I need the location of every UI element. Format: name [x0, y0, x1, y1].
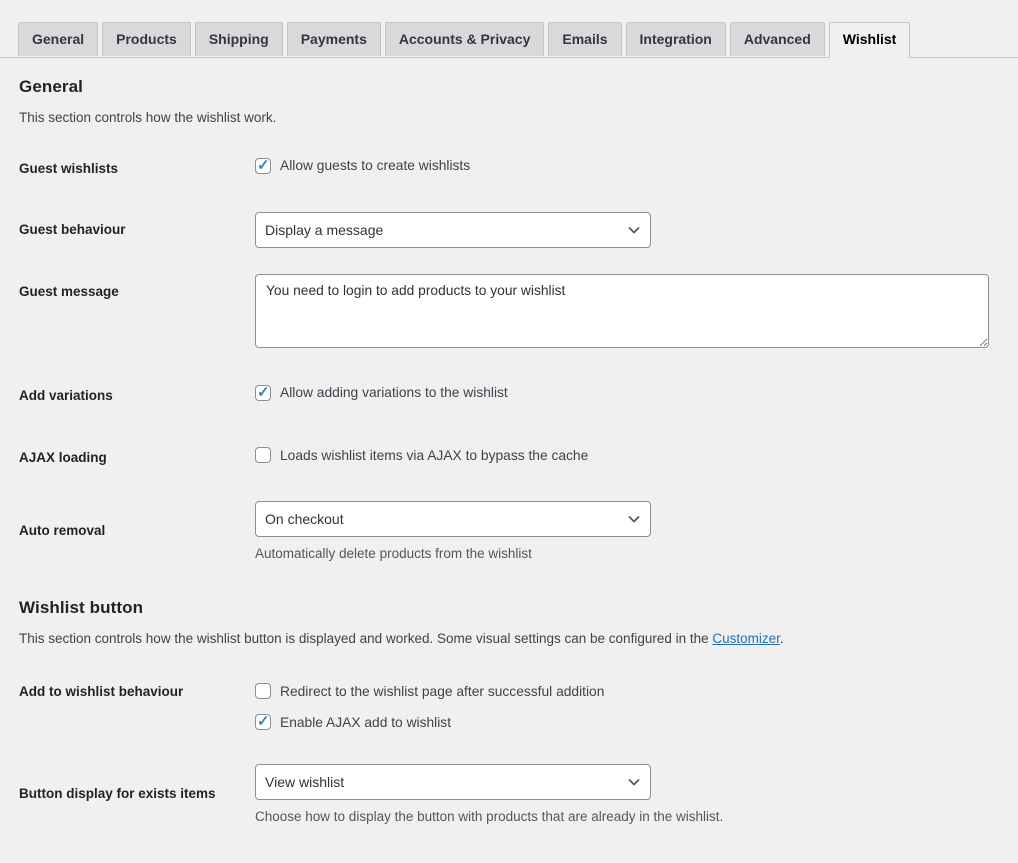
general-section-description: This section controls how the wishlist w… — [19, 110, 989, 125]
wishlist-button-form: Add to wishlist behaviour Redirect to th… — [19, 662, 989, 837]
row-button-display: Button display for exists items View wis… — [19, 751, 989, 837]
wishlist-button-section-description: This section controls how the wishlist b… — [19, 631, 989, 646]
guest-message-textarea[interactable]: You need to login to add products to you… — [255, 274, 989, 348]
description-period: . — [780, 631, 784, 646]
guest-behaviour-label: Guest behaviour — [19, 212, 255, 248]
add-to-wishlist-behaviour-label: Add to wishlist behaviour — [19, 683, 255, 730]
add-variations-checkbox[interactable] — [255, 385, 271, 401]
tab-general[interactable]: General — [18, 22, 98, 56]
tab-integration[interactable]: Integration — [626, 22, 726, 56]
description-text: This section controls how the wishlist b… — [19, 631, 712, 646]
guest-wishlists-checkbox-row[interactable]: Allow guests to create wishlists — [255, 158, 989, 174]
row-guest-message: Guest message You need to login to add p… — [19, 261, 989, 364]
auto-removal-description: Automatically delete products from the w… — [255, 546, 989, 561]
row-auto-removal: Auto removal On checkout Automatically d… — [19, 488, 989, 574]
ajax-loading-checkbox[interactable] — [255, 447, 271, 463]
settings-content: General This section controls how the wi… — [0, 77, 1018, 838]
enable-ajax-checkbox[interactable] — [255, 714, 271, 730]
row-ajax-loading: AJAX loading Loads wishlist items via AJ… — [19, 426, 989, 488]
ajax-loading-label: AJAX loading — [19, 447, 255, 467]
wishlist-button-section-title: Wishlist button — [19, 598, 989, 618]
add-variations-label: Add variations — [19, 385, 255, 405]
guest-behaviour-select[interactable]: Display a message — [255, 212, 651, 248]
button-display-select[interactable]: View wishlist — [255, 764, 651, 800]
add-variations-checkbox-label: Allow adding variations to the wishlist — [280, 385, 508, 400]
auto-removal-select[interactable]: On checkout — [255, 501, 651, 537]
tab-wishlist[interactable]: Wishlist — [829, 22, 911, 58]
ajax-loading-checkbox-label: Loads wishlist items via AJAX to bypass … — [280, 448, 588, 463]
add-variations-checkbox-row[interactable]: Allow adding variations to the wishlist — [255, 385, 989, 401]
enable-ajax-checkbox-label: Enable AJAX add to wishlist — [280, 715, 451, 730]
settings-tab-bar: GeneralProductsShippingPaymentsAccounts … — [0, 22, 1018, 58]
row-add-to-wishlist-behaviour: Add to wishlist behaviour Redirect to th… — [19, 662, 989, 751]
row-add-variations: Add variations Allow adding variations t… — [19, 364, 989, 426]
ajax-loading-checkbox-row[interactable]: Loads wishlist items via AJAX to bypass … — [255, 447, 989, 463]
row-guest-wishlists: Guest wishlists Allow guests to create w… — [19, 137, 989, 199]
guest-wishlists-checkbox[interactable] — [255, 158, 271, 174]
button-display-select-wrap: View wishlist — [255, 764, 651, 800]
guest-wishlists-label: Guest wishlists — [19, 158, 255, 178]
general-section-title: General — [19, 77, 989, 97]
tab-shipping[interactable]: Shipping — [195, 22, 283, 56]
guest-message-label: Guest message — [19, 274, 255, 351]
customizer-link[interactable]: Customizer — [712, 631, 780, 646]
tab-products[interactable]: Products — [102, 22, 191, 56]
redirect-checkbox[interactable] — [255, 683, 271, 699]
redirect-checkbox-row[interactable]: Redirect to the wishlist page after succ… — [255, 683, 989, 699]
enable-ajax-checkbox-row[interactable]: Enable AJAX add to wishlist — [255, 714, 989, 730]
auto-removal-label: Auto removal — [19, 501, 255, 561]
tab-emails[interactable]: Emails — [548, 22, 621, 56]
auto-removal-select-wrap: On checkout — [255, 501, 651, 537]
button-display-label: Button display for exists items — [19, 764, 255, 824]
general-form: Guest wishlists Allow guests to create w… — [19, 137, 989, 575]
tab-accounts-privacy[interactable]: Accounts & Privacy — [385, 22, 545, 56]
button-display-description: Choose how to display the button with pr… — [255, 809, 989, 824]
tab-payments[interactable]: Payments — [287, 22, 381, 56]
guest-wishlists-checkbox-label: Allow guests to create wishlists — [280, 158, 470, 173]
tab-advanced[interactable]: Advanced — [730, 22, 825, 56]
redirect-checkbox-label: Redirect to the wishlist page after succ… — [280, 684, 604, 699]
row-guest-behaviour: Guest behaviour Display a message — [19, 199, 989, 261]
guest-behaviour-select-wrap: Display a message — [255, 212, 651, 248]
